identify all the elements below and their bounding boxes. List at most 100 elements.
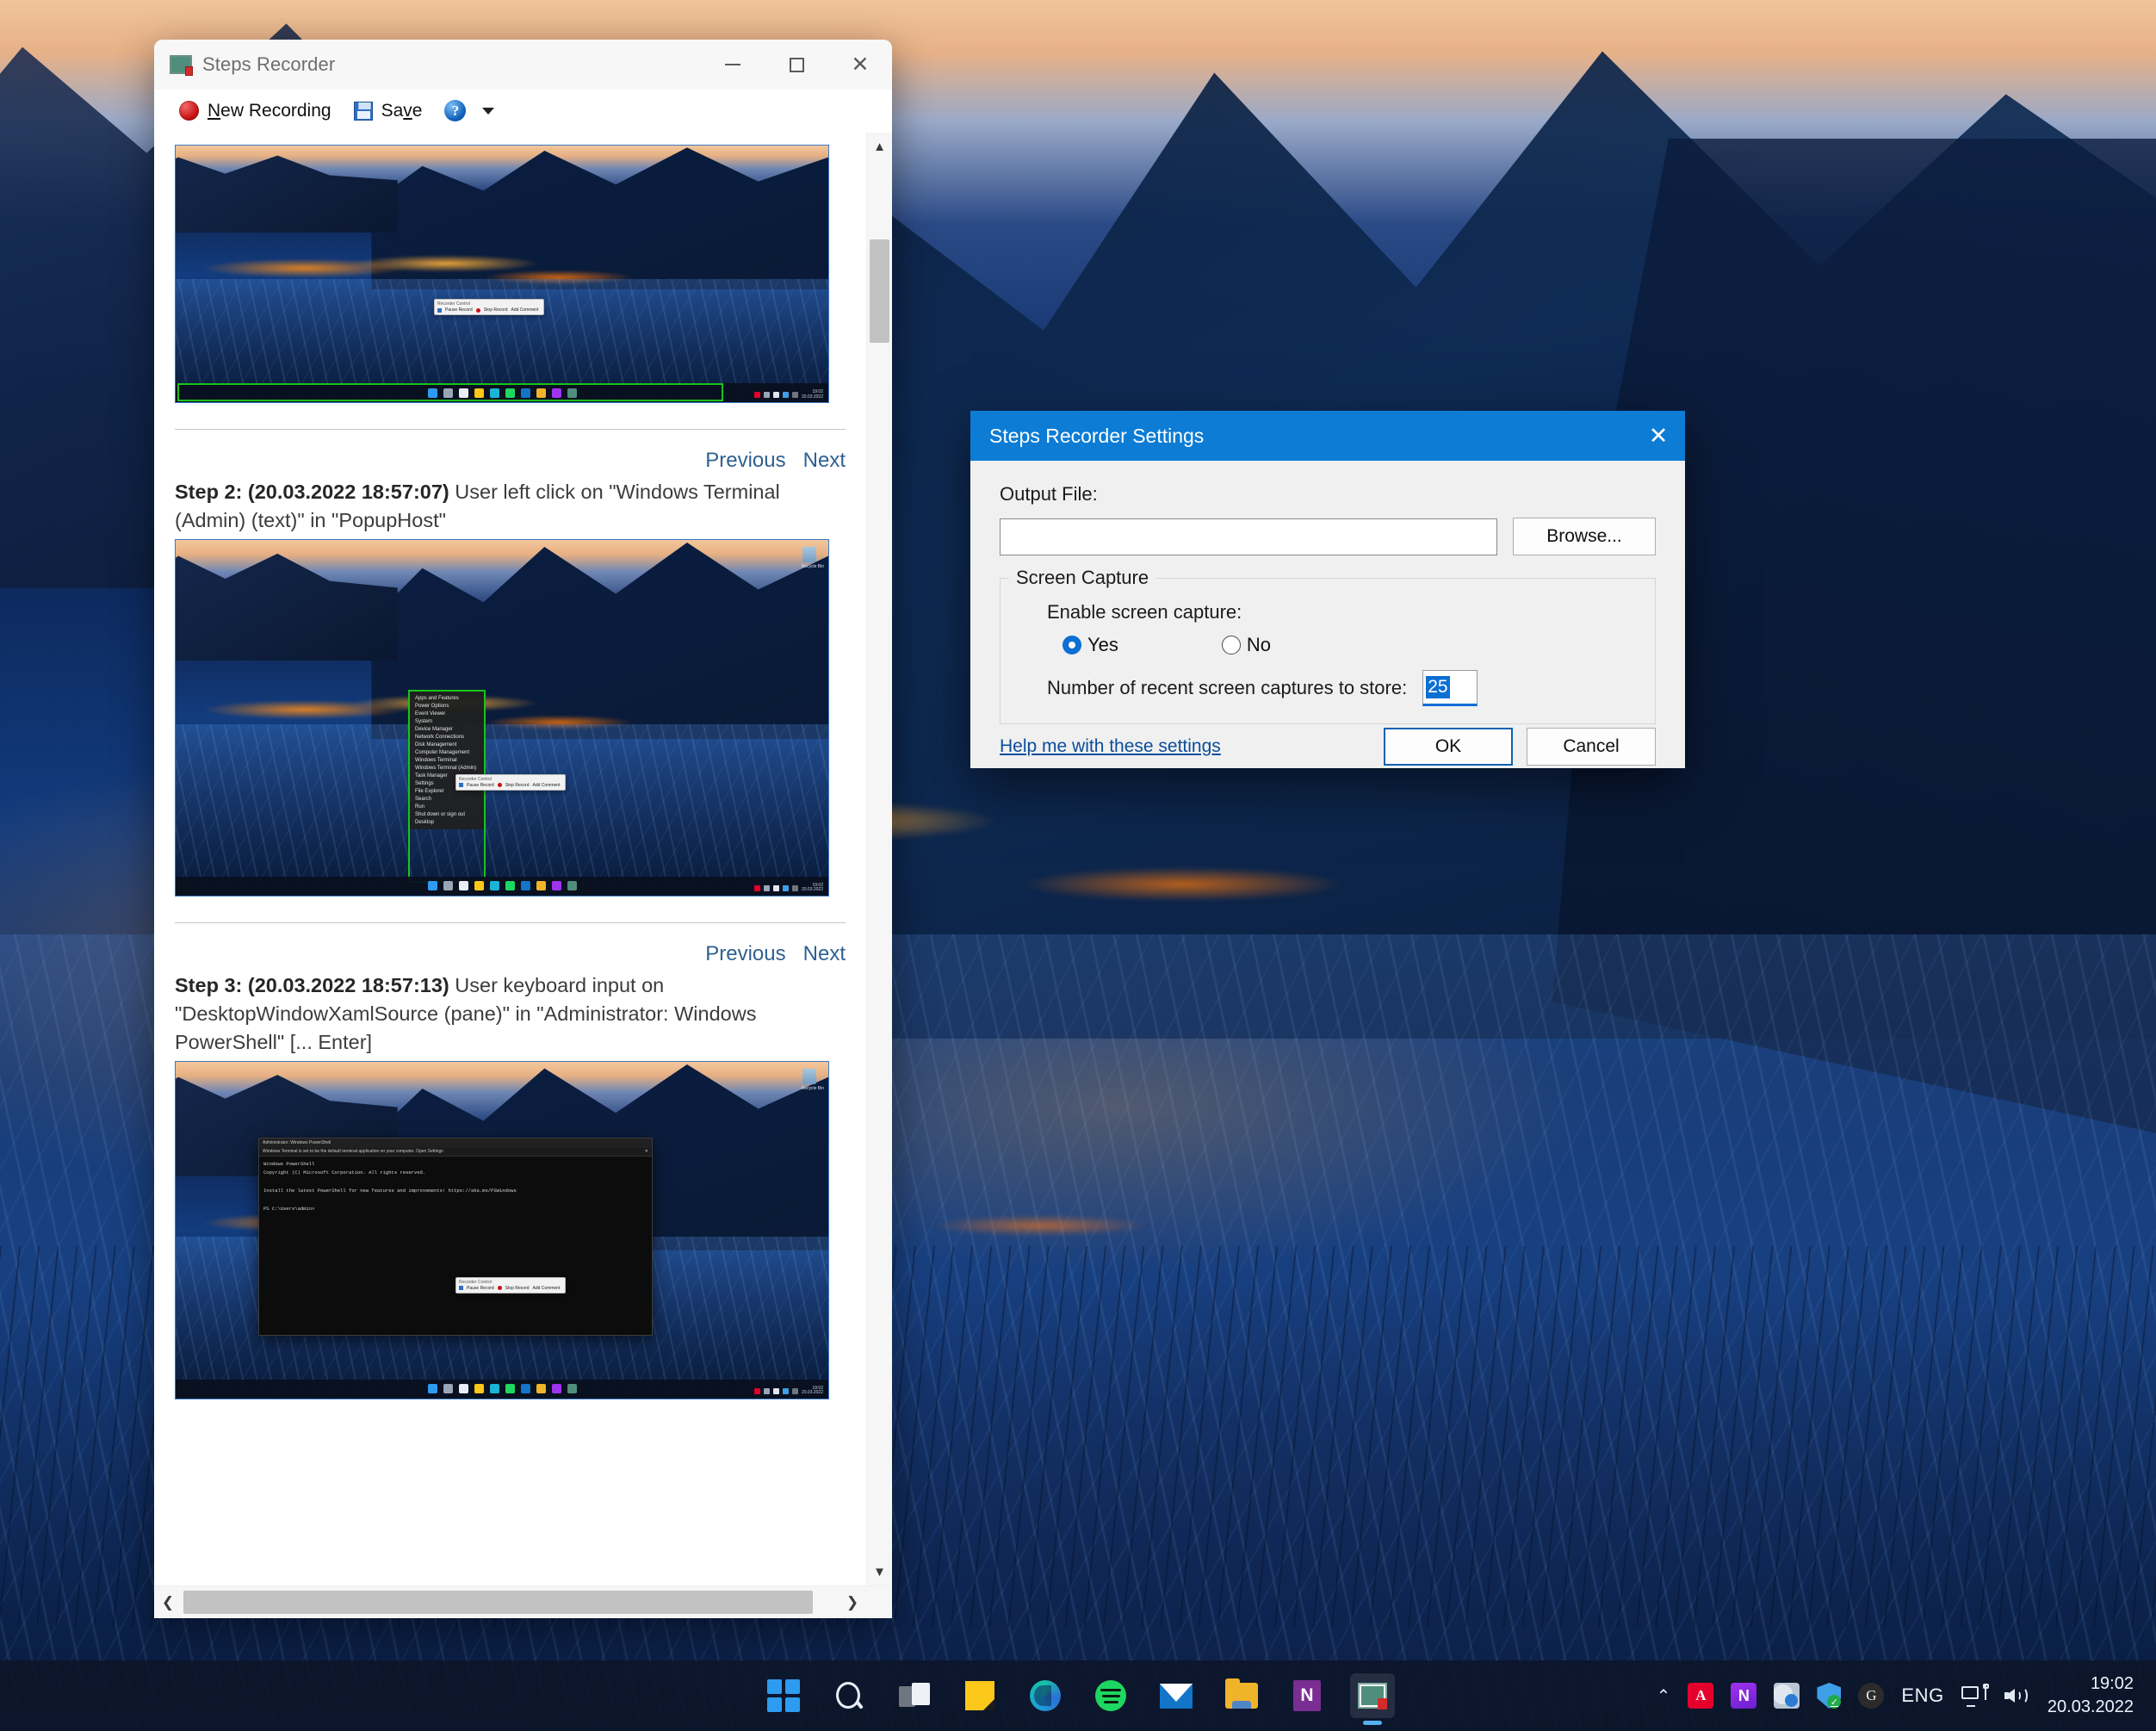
new-recording-label: New Recording — [208, 100, 331, 121]
show-hidden-icons-icon[interactable]: ⌃ — [1657, 1685, 1671, 1707]
save-icon — [353, 101, 373, 121]
recycle-bin-icon — [802, 1068, 816, 1084]
powershell-output: Windows PowerShell Copyright (C) Microso… — [263, 1160, 517, 1212]
step-entry: Previous Next Step 3: (20.03.2022 18:57:… — [175, 942, 846, 1399]
output-file-input[interactable] — [1000, 518, 1497, 555]
dialog-footer: Help me with these settings OK Cancel — [970, 724, 1685, 768]
window-title: Steps Recorder — [202, 53, 336, 75]
save-label: Save — [381, 100, 423, 121]
windows-security-icon[interactable]: ✓ — [1817, 1683, 1842, 1709]
screenshot-thumbnail: Recycle Bin Apps and Features Power Opti… — [176, 539, 828, 896]
step-entry: Previous Next Step 2: (20.03.2022 18:57:… — [175, 449, 846, 897]
network-icon[interactable] — [1961, 1684, 1989, 1707]
amd-icon[interactable]: A — [1688, 1683, 1714, 1709]
vertical-scroll-thumb[interactable] — [870, 239, 889, 343]
horizontal-scrollbar[interactable]: ❮ ❯ — [154, 1585, 892, 1618]
taskbar-item-onenote[interactable]: N — [1285, 1673, 1329, 1718]
taskbar-item-start[interactable] — [761, 1673, 806, 1718]
maximize-button[interactable] — [765, 40, 828, 90]
mini-recorder-bar: Recorder Control Pause Record Stop Record… — [434, 299, 544, 315]
dialog-close-icon[interactable]: ✕ — [1632, 411, 1685, 461]
next-link[interactable]: Next — [803, 449, 846, 472]
taskbar-item-mail[interactable] — [1154, 1673, 1199, 1718]
onenote-icon: N — [1293, 1680, 1321, 1711]
radio-yes[interactable]: Yes — [1063, 634, 1118, 656]
sticky-notes-icon — [965, 1681, 994, 1710]
volume-icon[interactable] — [2004, 1684, 2030, 1707]
minimize-button[interactable] — [701, 40, 765, 90]
taskbar-item-search[interactable] — [827, 1673, 871, 1718]
radio-no[interactable]: No — [1221, 634, 1271, 656]
powershell-notice: Windows Terminal is set to be the defaul… — [259, 1147, 652, 1157]
powershell-window: Administrator: Windows PowerShell Window… — [258, 1137, 653, 1336]
save-button[interactable]: Save — [343, 97, 434, 125]
step-screenshot[interactable]: Recorder Control Pause Record Stop Record… — [175, 145, 829, 403]
vertical-scroll-track[interactable] — [867, 160, 892, 1558]
dialog-titlebar[interactable]: Steps Recorder Settings ✕ — [970, 411, 1685, 461]
step-label: Step 2: (20.03.2022 18:57:07) — [175, 481, 449, 503]
clock[interactable]: 19:02 20.03.2022 — [2048, 1672, 2134, 1719]
onedrive-sync-icon[interactable] — [1774, 1683, 1800, 1709]
help-menu-button[interactable]: ? — [433, 96, 505, 125]
capture-count-label: Number of recent screen captures to stor… — [1047, 677, 1408, 698]
recycle-bin-icon — [802, 546, 816, 562]
taskbar-item-steps-recorder[interactable] — [1350, 1673, 1395, 1718]
scroll-left-button[interactable]: ❮ — [154, 1586, 182, 1618]
previous-link[interactable]: Previous — [705, 942, 785, 965]
browse-button[interactable]: Browse... — [1513, 518, 1656, 555]
horizontal-scroll-track[interactable] — [182, 1586, 839, 1618]
system-tray: ⌃ A N ✓ G ENG 19:02 20.03.2022 — [1657, 1672, 2156, 1719]
file-explorer-icon — [1225, 1678, 1258, 1709]
screenshot-thumbnail: Recorder Control Pause Record Stop Record… — [176, 146, 828, 402]
step-description: Step 3: (20.03.2022 18:57:13) User keybo… — [175, 971, 846, 1058]
step-description: Step 2: (20.03.2022 18:57:07) User left … — [175, 478, 846, 536]
next-link[interactable]: Next — [803, 942, 846, 965]
logitech-g-icon[interactable]: G — [1858, 1683, 1885, 1709]
step-screenshot[interactable]: Recycle Bin Apps and Features Power Opti… — [175, 538, 829, 897]
highlight-box — [177, 383, 723, 401]
steps-recorder-icon — [170, 55, 193, 76]
start-icon — [767, 1679, 800, 1712]
dialog-buttons: OK Cancel — [1384, 727, 1656, 766]
screen-capture-group: Screen Capture Enable screen capture: Ye… — [1000, 567, 1656, 724]
step-screenshot[interactable]: Recycle Bin Administrator: Windows Power… — [175, 1060, 829, 1399]
mini-recorder-bar: Recorder Control Pause Record Stop Record… — [455, 1276, 566, 1294]
chevron-down-icon — [482, 107, 495, 115]
scroll-right-button[interactable]: ❯ — [839, 1586, 866, 1618]
clock-time: 19:02 — [2090, 1674, 2134, 1693]
step-navigation: Previous Next — [175, 449, 846, 473]
output-file-label: Output File: — [1000, 483, 1098, 505]
scroll-down-button[interactable]: ▼ — [867, 1558, 892, 1585]
taskbar-item-file-explorer[interactable] — [1219, 1673, 1264, 1718]
enable-screen-capture-label: Enable screen capture: — [1047, 601, 1242, 623]
previous-link[interactable]: Previous — [705, 449, 785, 472]
new-recording-button[interactable]: New Recording — [168, 97, 343, 125]
taskbar-item-spotify[interactable] — [1088, 1673, 1133, 1718]
help-settings-link[interactable]: Help me with these settings — [1000, 736, 1221, 757]
help-icon: ? — [444, 100, 467, 121]
step-divider — [175, 429, 846, 430]
horizontal-scroll-thumb[interactable] — [183, 1591, 813, 1614]
mail-icon — [1160, 1683, 1193, 1709]
window-titlebar[interactable]: Steps Recorder ✕ — [154, 40, 892, 90]
capture-count-input[interactable]: 25 — [1422, 670, 1478, 706]
scroll-up-button[interactable]: ▲ — [867, 133, 892, 160]
dialog-title: Steps Recorder Settings — [989, 424, 1205, 447]
taskbar-item-task-view[interactable] — [892, 1673, 937, 1718]
capture-count-value: 25 — [1426, 676, 1450, 698]
steps-recorder-settings-dialog[interactable]: Steps Recorder Settings ✕ Output File: B… — [970, 411, 1685, 768]
steps-recorder-window[interactable]: Steps Recorder ✕ New Recording Save ? Re… — [154, 40, 892, 1618]
taskbar-item-edge[interactable] — [1023, 1673, 1068, 1718]
vertical-scrollbar[interactable]: ▲ ▼ — [866, 133, 892, 1585]
ok-button[interactable]: OK — [1384, 727, 1513, 766]
powershell-tab: Administrator: Windows PowerShell — [259, 1138, 652, 1148]
window-body: Recorder Control Pause Record Stop Record… — [154, 133, 892, 1585]
language-indicator[interactable]: ENG — [1901, 1684, 1943, 1707]
window-controls: ✕ — [701, 40, 892, 90]
search-icon — [834, 1681, 864, 1710]
taskbar-item-sticky-notes[interactable] — [957, 1673, 1002, 1718]
cancel-button[interactable]: Cancel — [1527, 727, 1656, 766]
close-button[interactable]: ✕ — [828, 40, 892, 90]
nvidia-icon[interactable]: N — [1731, 1683, 1757, 1709]
step-entry: Recorder Control Pause Record Stop Record… — [175, 145, 846, 403]
